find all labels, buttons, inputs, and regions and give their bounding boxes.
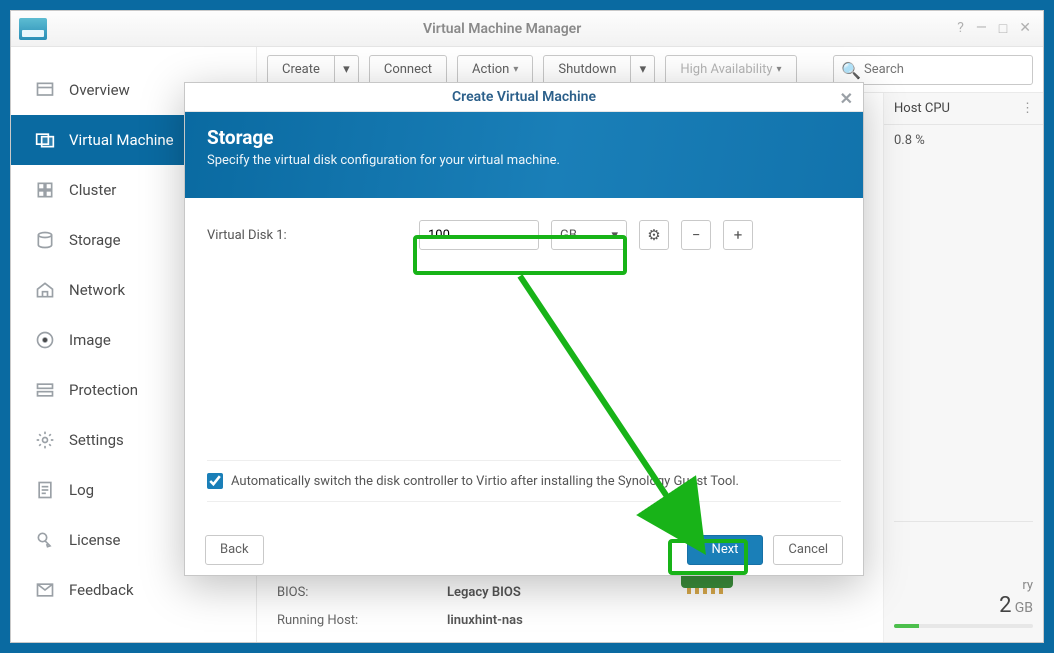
resource-unit: GB (1015, 600, 1033, 616)
sidebar-item-label: Cluster (69, 181, 116, 199)
modal-hero: Storage Specify the virtual disk configu… (185, 112, 863, 198)
sidebar-item-label: Feedback (69, 581, 134, 599)
sidebar-item-label: Overview (69, 81, 130, 99)
running-host-label: Running Host: (277, 613, 447, 628)
stats-panel: Host CPU ⋮ 0.8 % ry 2 GB (883, 93, 1043, 642)
titlebar: Virtual Machine Manager ? — □ ✕ (11, 11, 1043, 47)
resource-bar (894, 624, 1033, 628)
minimize-icon[interactable]: — (976, 20, 987, 37)
next-button[interactable]: Next (687, 535, 764, 565)
virtual-disk-label: Virtual Disk 1: (207, 228, 407, 243)
create-dropdown-icon[interactable]: ▾ (335, 55, 359, 85)
remove-disk-button[interactable]: − (681, 220, 711, 250)
running-host-value: linuxhint-nas (447, 613, 523, 628)
sidebar-item-label: Virtual Machine (69, 131, 174, 149)
virtual-disk-unit-select[interactable]: GB ▾ (551, 220, 627, 250)
shutdown-dropdown-icon[interactable]: ▾ (631, 55, 655, 85)
sidebar-item-label: License (69, 531, 121, 549)
auto-switch-checkbox[interactable] (207, 473, 223, 489)
help-icon[interactable]: ? (957, 20, 964, 37)
modal-close-icon[interactable]: ✕ (840, 89, 853, 108)
connect-button[interactable]: Connect (369, 55, 447, 85)
stats-menu-icon[interactable]: ⋮ (1021, 101, 1033, 116)
plus-icon: + (734, 226, 743, 244)
add-disk-button[interactable]: + (723, 220, 753, 250)
vm-details: BIOS: Legacy BIOS Running Host: linuxhin… (277, 578, 523, 634)
shutdown-button[interactable]: Shutdown (543, 55, 631, 85)
sidebar-item-label: Storage (69, 231, 121, 249)
sidebar-item-label: Network (69, 281, 125, 299)
search-box: 🔍 (833, 55, 1033, 85)
minus-icon: − (692, 226, 701, 244)
modal-title: Create Virtual Machine (452, 89, 596, 105)
resource-value: 2 (999, 593, 1011, 618)
auto-switch-label: Automatically switch the disk controller… (231, 474, 739, 489)
cancel-button[interactable]: Cancel (773, 535, 843, 565)
modal-title-bar: Create Virtual Machine ✕ (185, 83, 863, 112)
create-button[interactable]: Create (267, 55, 335, 85)
modal-hero-subtitle: Specify the virtual disk configuration f… (207, 153, 841, 168)
host-cpu-value: 0.8 % (884, 125, 1043, 156)
disk-settings-button[interactable]: ⚙ (639, 220, 669, 250)
create-vm-modal: Create Virtual Machine ✕ Storage Specify… (184, 82, 864, 576)
virtual-disk-size-input[interactable] (419, 220, 539, 250)
search-input[interactable] (833, 55, 1033, 85)
chevron-down-icon: ▾ (611, 228, 618, 243)
sidebar-item-label: Protection (69, 381, 138, 399)
maximize-icon[interactable]: □ (999, 20, 1007, 37)
app-icon (19, 18, 47, 40)
back-button[interactable]: Back (205, 535, 264, 565)
sidebar-item-label: Log (69, 481, 94, 499)
sidebar-item-label: Image (69, 331, 111, 349)
high-availability-button[interactable]: High Availability (665, 55, 796, 85)
unit-value: GB (560, 228, 577, 243)
resource-label: ry (1022, 578, 1033, 593)
search-icon: 🔍 (841, 61, 861, 80)
stats-header: Host CPU (894, 101, 950, 116)
close-icon[interactable]: ✕ (1019, 20, 1031, 37)
window-title: Virtual Machine Manager (47, 21, 957, 37)
gear-icon: ⚙ (647, 226, 660, 244)
bios-label: BIOS: (277, 585, 447, 600)
modal-hero-title: Storage (207, 126, 841, 149)
bios-value: Legacy BIOS (447, 585, 521, 600)
action-button[interactable]: Action (457, 55, 533, 85)
sidebar-item-label: Settings (69, 431, 124, 449)
